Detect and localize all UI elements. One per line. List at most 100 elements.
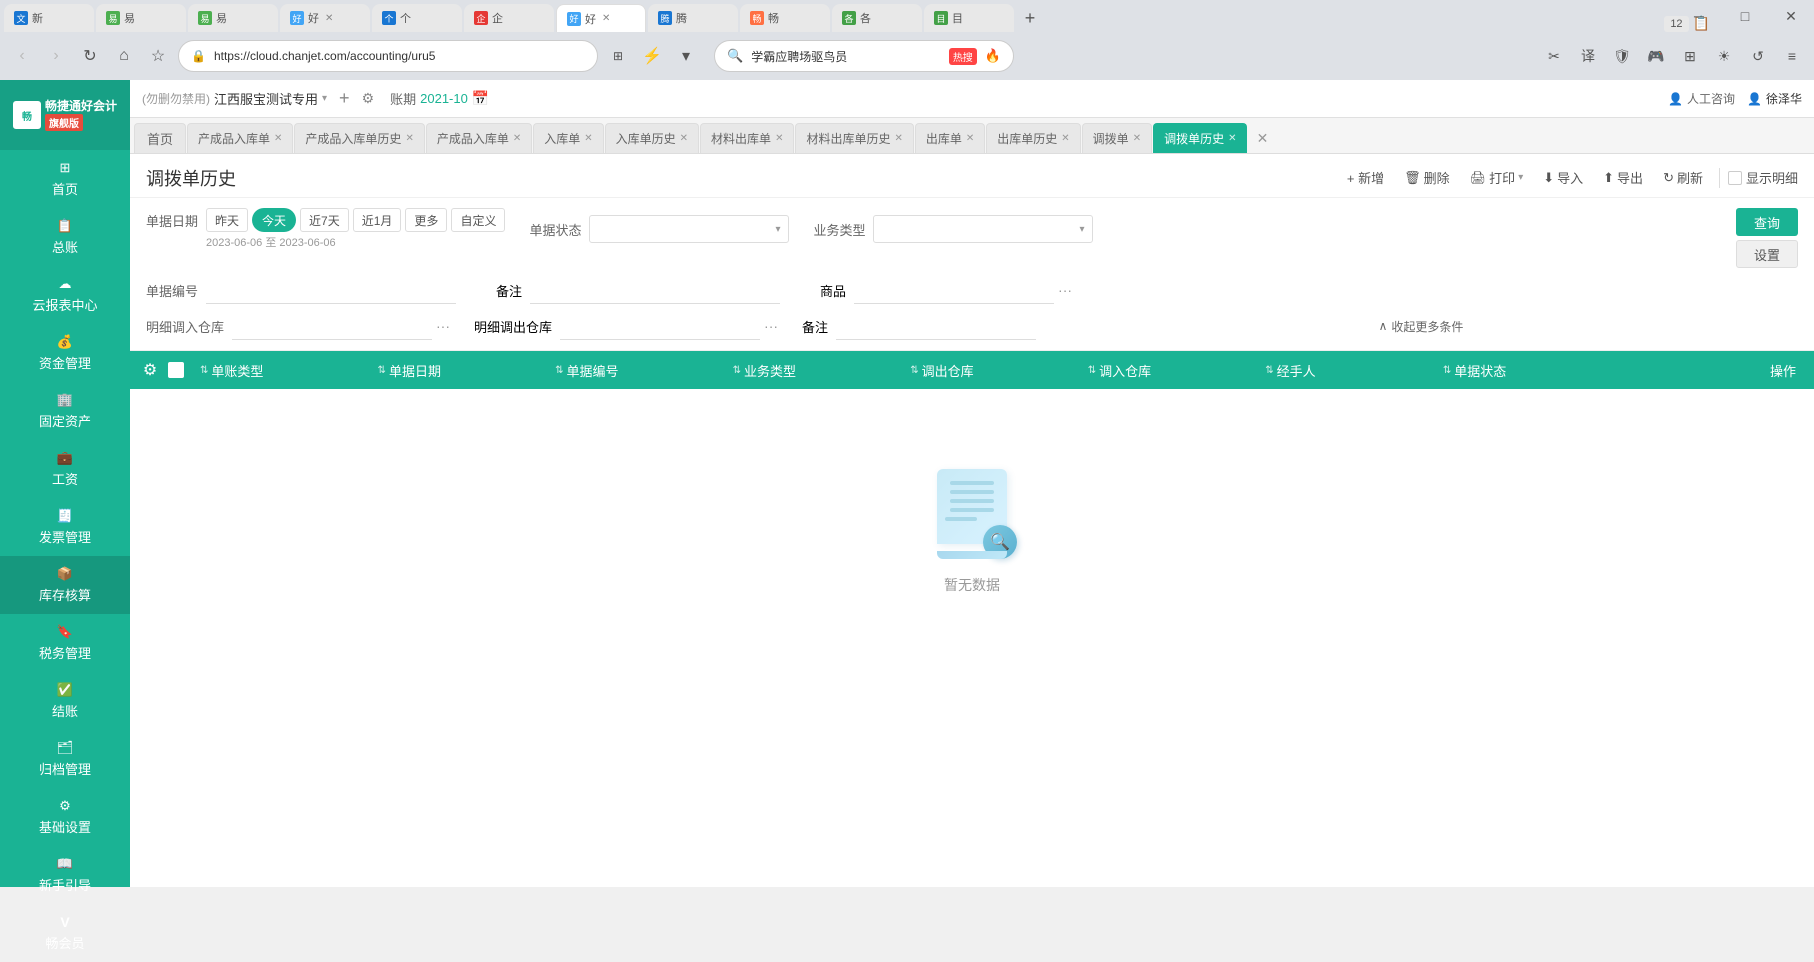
app-tab-5[interactable]: 入库单历史 ✕ (605, 123, 699, 153)
show-all-checkbox[interactable]: 显示明细 (1728, 168, 1798, 187)
date-btn-more[interactable]: 更多 (405, 208, 447, 232)
user-info[interactable]: 👤 徐泽华 (1747, 90, 1802, 107)
col-in-warehouse[interactable]: ⇅ 调入仓库 (1076, 361, 1250, 380)
add-company-button[interactable]: + (335, 88, 354, 109)
sidebar-item-close[interactable]: ✅ 结账 (0, 672, 130, 730)
sidebar-item-archive[interactable]: 🗂 归档管理 (0, 730, 130, 788)
app-tab-3[interactable]: 产成品入库单 ✕ (426, 123, 532, 153)
sidebar-item-finance[interactable]: 💰 资金管理 (0, 324, 130, 382)
minimize-button[interactable]: ─ (1676, 0, 1722, 32)
period-value[interactable]: 2021-10 (420, 91, 468, 106)
app-tab-3-close[interactable]: ✕ (513, 133, 521, 144)
sidebar-item-guide[interactable]: 📖 新手引导 (0, 846, 130, 904)
sidebar-item-inventory[interactable]: 📦 库存核算 (0, 556, 130, 614)
app-tab-6[interactable]: 材料出库单 ✕ (700, 123, 794, 153)
col-handler[interactable]: ⇅ 经手人 (1253, 361, 1427, 380)
app-tab-6-close[interactable]: ✕ (775, 133, 783, 144)
browser-tab-3[interactable]: 易 易 (188, 4, 278, 32)
address-bar[interactable]: 🔒 https://cloud.chanjet.com/accounting/u… (178, 40, 598, 72)
shield-tool[interactable]: 🛡 (1608, 42, 1636, 70)
company-selector[interactable]: (勿删勿禁用) 江西服宝测试专用 ▾ (142, 89, 327, 108)
browser-tab-8[interactable]: 腾 腾 (648, 4, 738, 32)
lightning-button[interactable]: ⚡ (638, 42, 666, 70)
sidebar-item-member[interactable]: V 畅会员 (0, 904, 130, 962)
print-button[interactable]: 🖨 打印 ▾ (1462, 164, 1532, 191)
export-button[interactable]: ⬆ 导出 (1595, 164, 1651, 191)
app-tab-7[interactable]: 材料出库单历史 ✕ (795, 123, 913, 153)
goods-input[interactable]: ··· (854, 276, 1072, 304)
refresh-page-button[interactable]: ↻ 刷新 (1655, 164, 1711, 191)
sidebar-item-home[interactable]: ⊞ 首页 (0, 150, 130, 208)
tab4-close[interactable]: ✕ (325, 13, 333, 24)
query-button[interactable]: 查询 (1736, 208, 1798, 236)
menu-tool[interactable]: ≡ (1778, 42, 1806, 70)
browser-tab-10[interactable]: 各 各 (832, 4, 922, 32)
date-btn-yesterday[interactable]: 昨天 (206, 208, 248, 232)
sidebar-item-invoice[interactable]: 🧾 发票管理 (0, 498, 130, 556)
close-all-button[interactable]: ✕ (1252, 123, 1272, 153)
translate-tool[interactable]: 译 (1574, 42, 1602, 70)
date-btn-1month[interactable]: 近1月 (353, 208, 402, 232)
date-btn-custom[interactable]: 自定义 (451, 208, 505, 232)
bookmark-button[interactable]: ☆ (144, 42, 172, 70)
collapse-button[interactable]: ∧ 收起更多条件 (1379, 318, 1464, 335)
undo-tool[interactable]: ↺ (1744, 42, 1772, 70)
app-tab-4-close[interactable]: ✕ (584, 133, 592, 144)
filter-settings-button[interactable]: 设置 (1736, 240, 1798, 268)
dropdown-button[interactable]: ▾ (672, 42, 700, 70)
detail-out-input[interactable]: ··· (560, 312, 778, 340)
sidebar-item-report[interactable]: ☁ 云报表中心 (0, 266, 130, 324)
forward-button[interactable]: › (42, 42, 70, 70)
app-tab-2[interactable]: 产成品入库单历史 ✕ (294, 123, 424, 153)
col-business-type[interactable]: ⇅ 业务类型 (721, 361, 895, 380)
home-button[interactable]: ⌂ (110, 42, 138, 70)
scissors-tool[interactable]: ✂ (1540, 42, 1568, 70)
refresh-button[interactable]: ↻ (76, 42, 104, 70)
import-button[interactable]: ⬇ 导入 (1535, 164, 1591, 191)
app-tab-5-close[interactable]: ✕ (680, 133, 688, 144)
app-tab-1-close[interactable]: ✕ (274, 133, 282, 144)
col-out-warehouse[interactable]: ⇅ 调出仓库 (898, 361, 1072, 380)
app-tab-1[interactable]: 产成品入库单 ✕ (187, 123, 293, 153)
tab7-close[interactable]: ✕ (602, 13, 610, 24)
col-status[interactable]: ⇅ 单据状态 (1431, 361, 1754, 380)
browser-tab-9[interactable]: 畅 畅 (740, 4, 830, 32)
app-tab-10-close[interactable]: ✕ (1133, 133, 1141, 144)
browser-tab-4[interactable]: 好 好 ✕ (280, 4, 370, 32)
col-doc-type[interactable]: ⇅ 单账类型 (188, 361, 362, 380)
delete-button[interactable]: 🗑 删除 (1396, 164, 1458, 191)
col-date[interactable]: ⇅ 单据日期 (366, 361, 540, 380)
date-btn-7days[interactable]: 近7天 (300, 208, 349, 232)
browser-tab-7[interactable]: 好 好 ✕ (556, 4, 646, 32)
app-tab-4[interactable]: 入库单 ✕ (533, 123, 603, 153)
app-tab-9-close[interactable]: ✕ (1061, 133, 1069, 144)
game-tool[interactable]: 🎮 (1642, 42, 1670, 70)
settings-gear-button[interactable]: ⚙ (362, 90, 375, 107)
maximize-button[interactable]: □ (1722, 0, 1768, 32)
close-window-button[interactable]: ✕ (1768, 0, 1814, 32)
new-tab-button[interactable]: + (1016, 4, 1044, 32)
goods-dots-icon[interactable]: ··· (1058, 282, 1072, 298)
app-tab-2-close[interactable]: ✕ (405, 133, 413, 144)
extensions-button[interactable]: ⊞ (604, 42, 632, 70)
app-tab-7-close[interactable]: ✕ (894, 133, 902, 144)
browser-tab-2[interactable]: 易 易 (96, 4, 186, 32)
sidebar-item-salary[interactable]: 💼 工资 (0, 440, 130, 498)
app-tab-11-close[interactable]: ✕ (1228, 133, 1236, 144)
grid-tool[interactable]: ⊞ (1676, 42, 1704, 70)
calendar-icon[interactable]: 📅 (472, 90, 489, 107)
doc-number-input[interactable] (206, 276, 456, 304)
app-tab-8-close[interactable]: ✕ (966, 133, 974, 144)
browser-tab-11[interactable]: 目 目 (924, 4, 1014, 32)
sidebar-item-settings[interactable]: ⚙ 基础设置 (0, 788, 130, 846)
col-number[interactable]: ⇅ 单据编号 (543, 361, 717, 380)
detail-in-dots-icon[interactable]: ··· (436, 318, 450, 334)
business-type-select[interactable]: ▾ (873, 215, 1093, 243)
table-select-all[interactable] (168, 362, 184, 378)
app-tab-11-active[interactable]: 调拨单历史 ✕ (1153, 123, 1247, 153)
detail-out-dots-icon[interactable]: ··· (764, 318, 778, 334)
back-button[interactable]: ‹ (8, 42, 36, 70)
date-btn-today[interactable]: 今天 (252, 208, 296, 232)
app-tab-home[interactable]: 首页 (134, 123, 186, 153)
new-button[interactable]: + 新增 (1339, 164, 1392, 191)
